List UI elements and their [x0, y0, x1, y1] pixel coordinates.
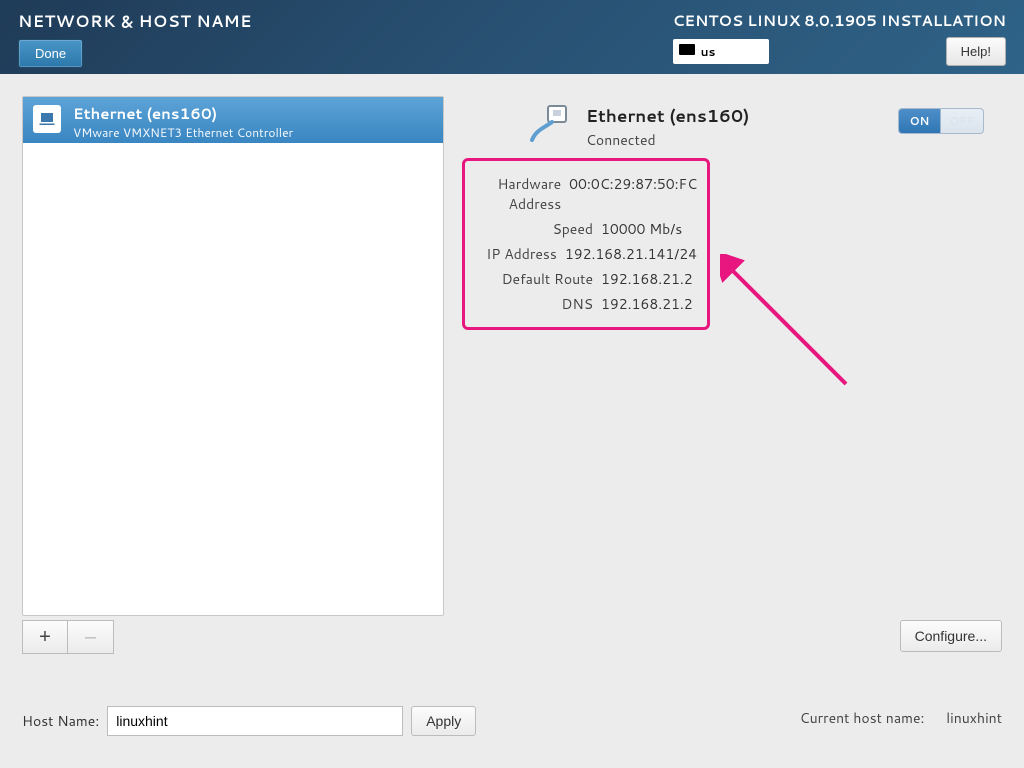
hostname-row: Host Name: Apply [22, 706, 476, 736]
hw-label: Hardware Address [475, 174, 569, 214]
install-title: CENTOS LINUX 8.0.1905 INSTALLATION [673, 10, 1006, 31]
interface-subtitle: VMware VMXNET3 Ethernet Controller [73, 124, 433, 141]
route-value: 192.168.21.2 [601, 269, 697, 289]
annotation-arrow-icon [720, 254, 860, 394]
hostname-input[interactable] [107, 706, 403, 736]
current-hostname-value: linuxhint [946, 708, 1002, 728]
hw-value: 00:0C:29:87:50:FC [569, 174, 697, 214]
ethernet-icon [33, 105, 61, 133]
interface-list: Ethernet (ens160) VMware VMXNET3 Etherne… [22, 96, 444, 616]
current-hostname: Current host name: linuxhint [800, 708, 1002, 728]
page-title: NETWORK & HOST NAME [18, 10, 252, 33]
toggle-off-label: OFF [941, 109, 983, 133]
toggle-on-label: ON [899, 109, 941, 133]
ip-value: 192.168.21.141/24 [565, 244, 697, 264]
dns-value: 192.168.21.2 [601, 294, 697, 314]
ip-label: IP Address [475, 244, 565, 264]
speed-value: 10000 Mb/s [601, 219, 697, 239]
apply-button[interactable]: Apply [411, 706, 476, 736]
add-interface-button[interactable]: + [22, 620, 68, 654]
annotation-highlight-box: Hardware Address 00:0C:29:87:50:FC Speed… [462, 158, 710, 330]
remove-interface-button[interactable]: – [68, 620, 114, 654]
current-hostname-label: Current host name: [800, 708, 925, 728]
dns-label: DNS [475, 294, 601, 314]
keyboard-layout-indicator[interactable]: us [673, 39, 769, 64]
selected-interface-status: Connected [586, 130, 749, 150]
done-button[interactable]: Done [18, 39, 83, 68]
interface-name: Ethernet (ens160) [73, 103, 433, 124]
speed-label: Speed [475, 219, 601, 239]
selected-interface-title: Ethernet (ens160) [586, 104, 749, 128]
route-label: Default Route [475, 269, 601, 289]
header: NETWORK & HOST NAME Done CENTOS LINUX 8.… [0, 0, 1024, 74]
configure-button[interactable]: Configure... [900, 620, 1002, 652]
interface-list-item[interactable]: Ethernet (ens160) VMware VMXNET3 Etherne… [23, 97, 443, 143]
content: Ethernet (ens160) VMware VMXNET3 Etherne… [0, 74, 1024, 768]
interface-toggle[interactable]: ON OFF [898, 108, 984, 134]
hostname-label: Host Name: [22, 711, 99, 731]
ethernet-cable-icon [528, 104, 570, 144]
help-button[interactable]: Help! [946, 37, 1006, 66]
